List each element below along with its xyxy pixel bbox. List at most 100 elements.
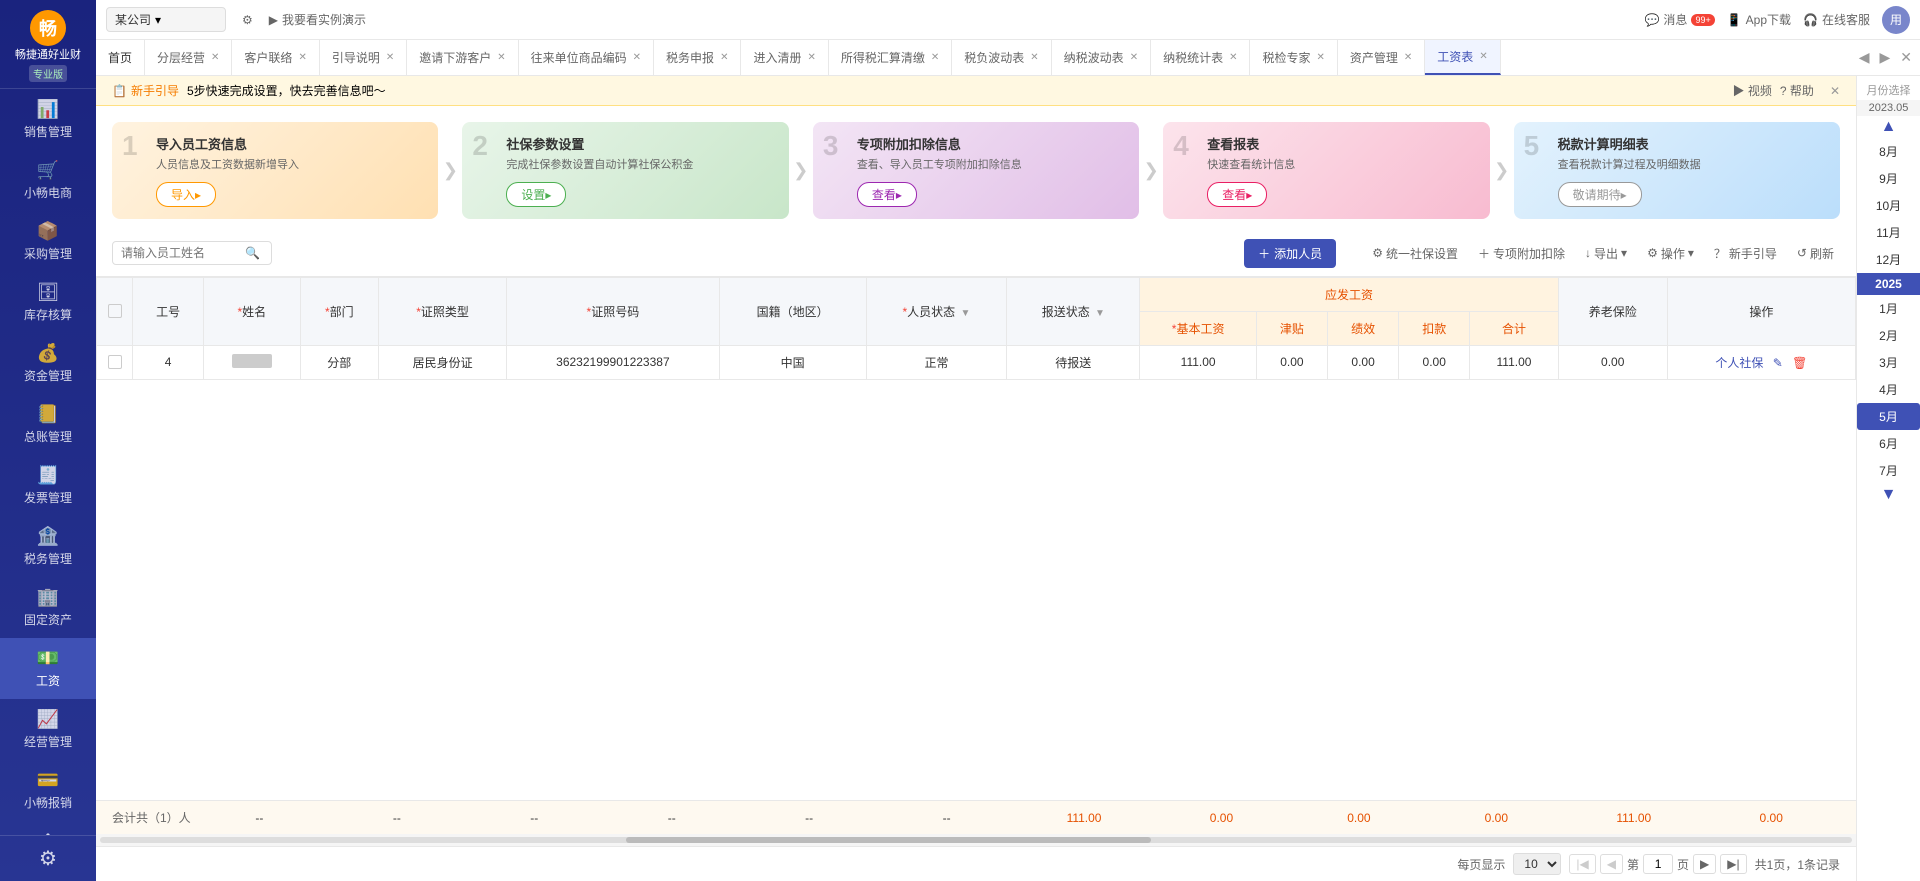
report-sort-icon[interactable]: ▼ [1095,308,1105,319]
tab-close-icon[interactable]: ✕ [1130,52,1138,63]
tab-close-icon[interactable]: ✕ [1229,52,1237,63]
demo-btn[interactable]: ▶ 我要看实例演示 [269,11,366,28]
last-page-btn[interactable]: ▶| [1720,854,1746,874]
tab-0[interactable]: 首页 [96,40,145,75]
month-item-9月[interactable]: 9月 [1857,165,1920,192]
help-link[interactable]: ? 帮助 [1780,82,1814,99]
month-item-4月[interactable]: 4月 [1857,376,1920,403]
tab-next-btn[interactable]: ▶ [1875,47,1894,68]
tab-close-icon[interactable]: ✕ [807,52,815,63]
month-item-12月[interactable]: 12月 [1857,246,1920,273]
sidebar-item-采购管理[interactable]: 📦 采购管理 [0,211,96,272]
tab-close-icon[interactable]: ✕ [497,52,505,63]
tab-close-icon[interactable]: ✕ [633,52,641,63]
row-checkbox[interactable] [108,355,122,369]
prev-page-btn[interactable]: ◀ [1600,854,1623,874]
sidebar-item-销售管理[interactable]: 📊 销售管理 [0,89,96,150]
page-size-select[interactable]: 10 20 50 [1513,853,1561,875]
add-employee-btn[interactable]: ＋ 添加人员 [1244,239,1336,268]
select-all-checkbox[interactable] [108,304,122,318]
step-action-btn[interactable]: 设置▸ [506,182,566,207]
edit-btn[interactable]: ✎ [1773,356,1783,370]
month-item-10月[interactable]: 10月 [1857,192,1920,219]
month-item-5月[interactable]: 5月 [1857,403,1920,430]
sidebar-item-小畅报销[interactable]: 💳 小畅报销 [0,760,96,821]
tab-14[interactable]: 工资表✕ [1425,40,1500,75]
scrollbar-thumb[interactable] [626,837,1152,843]
step-action-btn[interactable]: 查看▸ [857,182,917,207]
tab-close-icon[interactable]: ✕ [298,52,306,63]
sidebar-item-税务管理[interactable]: 🏦 税务管理 [0,516,96,577]
refresh-btn[interactable]: ↺ 刷新 [1791,241,1840,266]
tab-8[interactable]: 所得税汇算清缴✕ [829,40,952,75]
message-btn[interactable]: 💬 消息 99+ [1644,11,1714,28]
next-page-btn[interactable]: ▶ [1693,854,1716,874]
tab-4[interactable]: 邀请下游客户✕ [407,40,518,75]
tab-2[interactable]: 客户联络✕ [232,40,319,75]
add-btn-dropdown[interactable]: ▾ [1336,240,1358,266]
tab-close-icon[interactable]: ✕ [1030,52,1038,63]
tab-close-icon[interactable]: ✕ [1404,52,1412,63]
sidebar-item-基础信息[interactable]: ℹ 基础信息 [0,821,96,835]
sidebar-item-小畅电商[interactable]: 🛒 小畅电商 [0,150,96,211]
search-box[interactable]: 🔍 [112,241,272,265]
tab-12[interactable]: 税检专家✕ [1250,40,1337,75]
company-selector[interactable]: 某公司 ▾ [106,7,226,32]
tab-close-icon[interactable]: ✕ [386,52,394,63]
month-item-6月[interactable]: 6月 [1857,430,1920,457]
video-link[interactable]: ▶ 视频 [1733,82,1772,99]
tab-close-icon[interactable]: ✕ [720,52,728,63]
tab-1[interactable]: 分层经营✕ [145,40,232,75]
social-insurance-btn[interactable]: ⚙ 统一社保设置 [1366,241,1464,266]
tab-10[interactable]: 纳税波动表✕ [1052,40,1151,75]
search-input[interactable] [121,246,241,260]
tab-5[interactable]: 往来单位商品编码✕ [519,40,654,75]
tab-close-icon[interactable]: ✕ [1479,51,1487,62]
sidebar-item-发票管理[interactable]: 🧾 发票管理 [0,455,96,516]
sidebar-item-总账管理[interactable]: 📒 总账管理 [0,394,96,455]
tab-3[interactable]: 引导说明✕ [320,40,407,75]
month-item-11月[interactable]: 11月 [1857,219,1920,246]
tab-close-icon[interactable]: ✕ [1317,52,1325,63]
special-deduction-btn[interactable]: ＋ 专项附加扣除 [1472,241,1571,266]
delete-btn[interactable]: 🗑 [1792,356,1807,370]
tab-close-all-btn[interactable]: ✕ [1896,47,1916,68]
sidebar-item-资金管理[interactable]: 💰 资金管理 [0,333,96,394]
month-item-7月[interactable]: 7月 [1857,457,1920,484]
sidebar-settings[interactable]: ⚙ [0,835,96,881]
personal-insurance-btn[interactable]: 个人社保 [1715,356,1763,370]
sidebar-item-经营管理[interactable]: 📈 经营管理 [0,699,96,760]
month-item-8月[interactable]: 8月 [1857,138,1920,165]
tab-close-icon[interactable]: ✕ [211,52,219,63]
sidebar-item-库存核算[interactable]: 🗄 库存核算 [0,272,96,333]
first-page-btn[interactable]: |◀ [1569,854,1595,874]
tab-6[interactable]: 税务申报✕ [654,40,741,75]
step-action-btn[interactable]: 导入▸ [156,182,216,207]
sidebar-item-工资[interactable]: 💵 工资 [0,638,96,699]
horizontal-scrollbar[interactable] [96,834,1856,846]
service-btn[interactable]: 🎧 在线客服 [1803,11,1870,28]
tab-close-icon[interactable]: ✕ [931,52,939,63]
step-action-btn[interactable]: 查看▸ [1207,182,1267,207]
month-item-3月[interactable]: 3月 [1857,349,1920,376]
operation-btn[interactable]: ⚙ 操作 ▾ [1641,241,1700,266]
step-action-btn[interactable]: 敬请期待▸ [1558,182,1642,207]
page-input[interactable] [1643,854,1673,874]
status-sort-icon[interactable]: ▼ [961,308,971,319]
guide-close-btn[interactable]: ✕ [1830,84,1840,98]
download-btn[interactable]: 📱 App下载 [1727,11,1791,28]
month-up-btn[interactable]: ▲ [1879,116,1899,138]
sidebar-item-固定资产[interactable]: 🏢 固定资产 [0,577,96,638]
tab-11[interactable]: 纳税统计表✕ [1151,40,1250,75]
tab-7[interactable]: 进入清册✕ [741,40,828,75]
month-item-2月[interactable]: 2月 [1857,322,1920,349]
avatar-btn[interactable]: 用 [1882,6,1910,34]
month-down-btn[interactable]: ▼ [1879,484,1899,506]
tab-13[interactable]: 资产管理✕ [1338,40,1425,75]
search-icon[interactable]: 🔍 [245,246,260,260]
tab-prev-btn[interactable]: ◀ [1855,47,1874,68]
tab-9[interactable]: 税负波动表✕ [952,40,1051,75]
export-btn[interactable]: ↓ 导出 ▾ [1579,241,1633,266]
settings-btn[interactable]: ⚙ [234,10,261,30]
guide-btn[interactable]: ？ 新手引导 [1708,241,1783,266]
